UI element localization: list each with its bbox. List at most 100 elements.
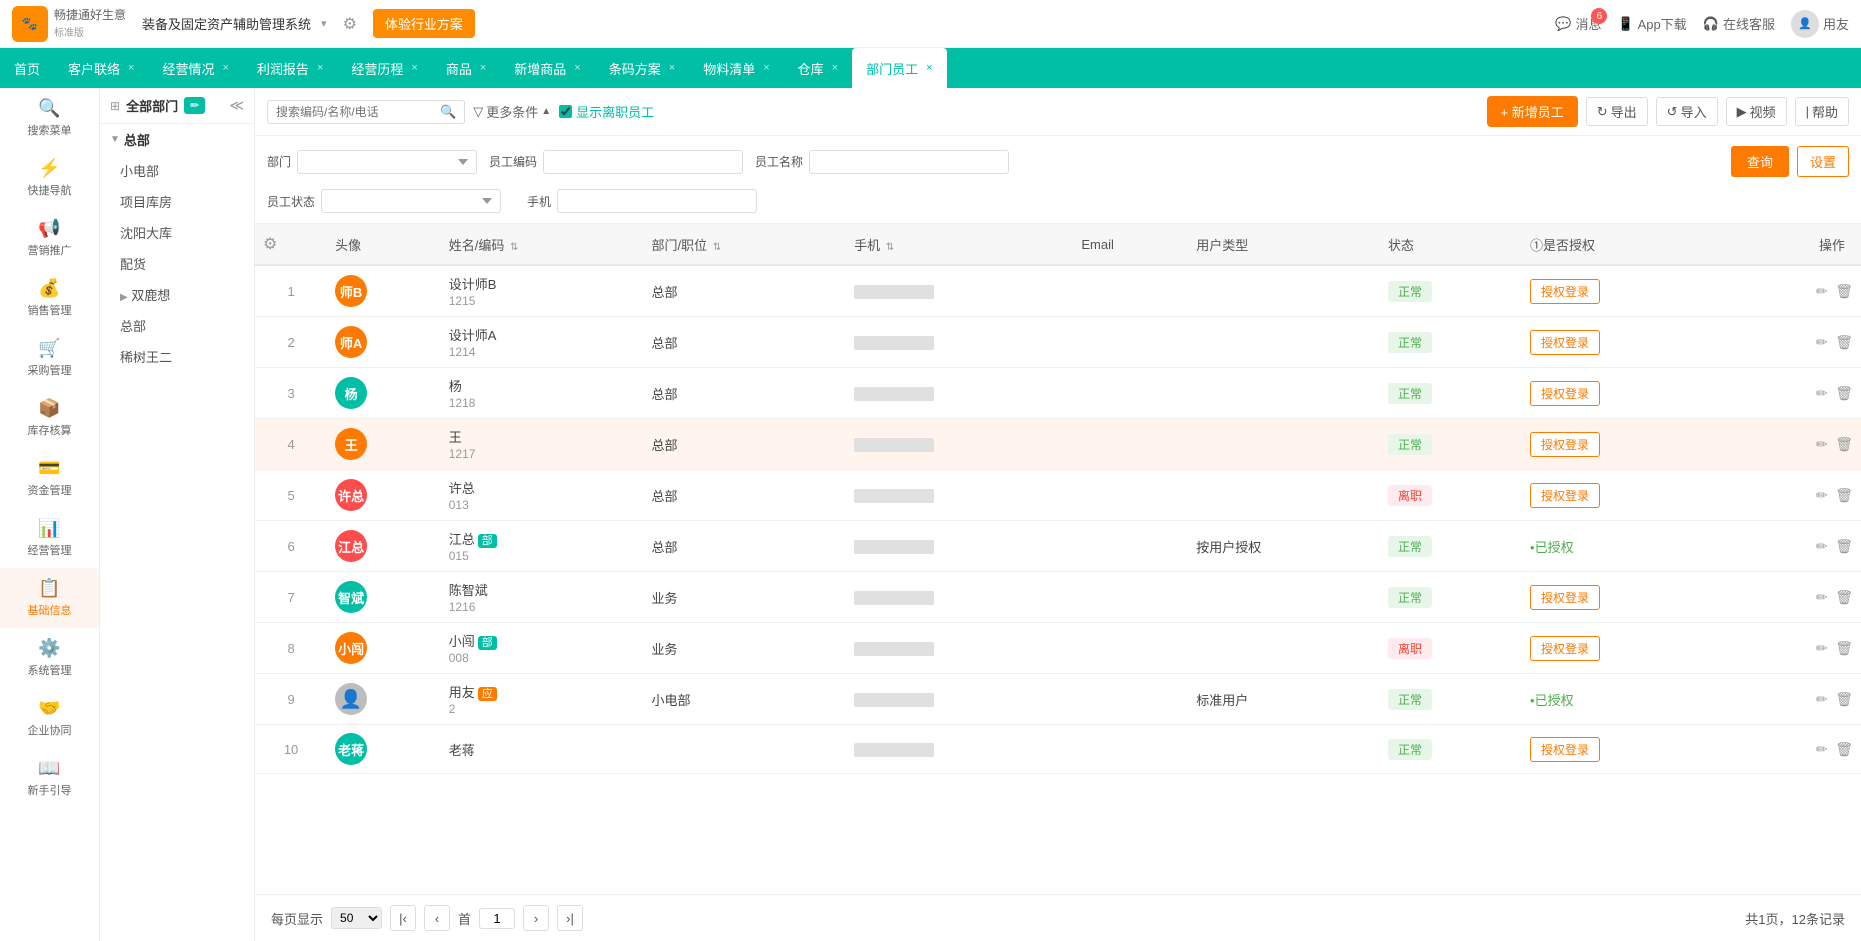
authorize-button[interactable]: 授权登录 — [1530, 432, 1600, 457]
delete-icon[interactable]: 🗑 — [1835, 640, 1853, 656]
delete-icon[interactable]: 🗑 — [1835, 283, 1853, 299]
tab-profit[interactable]: 利润报告× — [243, 48, 337, 88]
next-page-button[interactable]: › — [523, 905, 549, 931]
tab-close-history[interactable]: × — [411, 62, 417, 74]
authorize-button[interactable]: 授权登录 — [1530, 483, 1600, 508]
tab-operations[interactable]: 经营情况× — [148, 48, 242, 88]
tab-close-bom[interactable]: × — [763, 62, 769, 74]
trial-button[interactable]: 体验行业方案 — [373, 9, 475, 38]
collapse-button[interactable]: ≪ — [229, 97, 244, 114]
sidebar-item-collab[interactable]: 🤝 企业协同 — [0, 688, 99, 748]
tab-close-employees[interactable]: × — [926, 62, 932, 74]
dropdown-arrow-icon[interactable]: ▾ — [321, 17, 327, 30]
sidebar-item-finance[interactable]: 💳 资金管理 — [0, 448, 99, 508]
authorize-button[interactable]: 授权登录 — [1530, 636, 1600, 661]
tab-employees[interactable]: 部门员工× — [852, 48, 946, 88]
query-button[interactable]: 查询 — [1731, 146, 1789, 177]
col-phone[interactable]: 手机 ⇅ — [846, 224, 1073, 265]
add-employee-button[interactable]: + 新增员工 — [1487, 96, 1578, 127]
import-button[interactable]: ↺ 导入 — [1656, 97, 1718, 126]
cell-authorized[interactable]: 授权登录 — [1522, 725, 1726, 774]
authorize-button[interactable]: 授权登录 — [1530, 381, 1600, 406]
delete-icon[interactable]: 🗑 — [1835, 487, 1853, 503]
sidebar-item-sales[interactable]: 💰 销售管理 — [0, 268, 99, 328]
tab-bom[interactable]: 物料清单× — [689, 48, 783, 88]
tree-node-zongbu[interactable]: 总部 — [100, 310, 254, 341]
tab-customers[interactable]: 客户联络× — [54, 48, 148, 88]
authorize-button[interactable]: 授权登录 — [1530, 330, 1600, 355]
sidebar-item-purchase[interactable]: 🛒 采购管理 — [0, 328, 99, 388]
tab-close-customers[interactable]: × — [128, 62, 134, 74]
settings-button[interactable]: 设置 — [1797, 146, 1849, 177]
cell-authorized[interactable]: 授权登录 — [1522, 623, 1726, 674]
tab-close-warehouse[interactable]: × — [832, 62, 838, 74]
tab-barcode[interactable]: 条码方案× — [595, 48, 689, 88]
delete-icon[interactable]: 🗑 — [1835, 385, 1853, 401]
sidebar-item-marketing[interactable]: 📢 营销推广 — [0, 208, 99, 268]
col-name[interactable]: 姓名/编码 ⇅ — [441, 224, 644, 265]
edit-icon[interactable]: ✏ — [1816, 741, 1828, 757]
tab-warehouse[interactable]: 仓库× — [784, 48, 852, 88]
user-menu[interactable]: 👤 用友 — [1791, 10, 1849, 38]
filter-emp-code-input[interactable] — [543, 150, 743, 174]
sidebar-item-operations[interactable]: 📊 经营管理 — [0, 508, 99, 568]
online-service-button[interactable]: 🎧 在线客服 — [1703, 14, 1775, 33]
sidebar-item-basic[interactable]: 📋 基础信息 — [0, 568, 99, 628]
cell-authorized[interactable]: 授权登录 — [1522, 368, 1726, 419]
sidebar-item-search[interactable]: 🔍 搜索菜单 — [0, 88, 99, 148]
authorize-button[interactable]: 授权登录 — [1530, 279, 1600, 304]
delete-icon[interactable]: 🗑 — [1835, 436, 1853, 452]
delete-icon[interactable]: 🗑 — [1835, 589, 1853, 605]
tree-node-shuanglu[interactable]: ▶ 双鹿想 — [100, 279, 254, 310]
tree-node-xishu[interactable]: 稀树王二 — [100, 341, 254, 372]
edit-icon[interactable]: ✏ — [1816, 487, 1828, 503]
filter-more-button[interactable]: ▽ 更多条件 ▲ — [473, 102, 551, 121]
help-button[interactable]: | 帮助 — [1795, 97, 1849, 126]
prev-page-button[interactable]: ‹ — [424, 905, 450, 931]
authorize-button[interactable]: 授权登录 — [1530, 585, 1600, 610]
show-resigned-input[interactable] — [559, 105, 572, 118]
search-input[interactable] — [276, 105, 436, 119]
message-button[interactable]: 💬 消息 6 — [1555, 14, 1601, 33]
cell-authorized[interactable]: •已授权 — [1522, 521, 1726, 572]
sidebar-item-nav[interactable]: ⚡ 快捷导航 — [0, 148, 99, 208]
sidebar-item-inventory[interactable]: 📦 库存核算 — [0, 388, 99, 448]
cell-authorized[interactable]: 授权登录 — [1522, 572, 1726, 623]
export-button[interactable]: ↻ 导出 — [1586, 97, 1648, 126]
cell-authorized[interactable]: 授权登录 — [1522, 419, 1726, 470]
tab-goods[interactable]: 商品× — [432, 48, 500, 88]
cell-authorized[interactable]: 授权登录 — [1522, 317, 1726, 368]
tree-node-shenyang[interactable]: 沈阳大库 — [100, 217, 254, 248]
view-button[interactable]: ▶ 视频 — [1726, 97, 1787, 126]
app-download-button[interactable]: 📱 App下载 — [1617, 14, 1686, 33]
delete-icon[interactable]: 🗑 — [1835, 538, 1853, 554]
col-settings[interactable]: ⚙ — [255, 224, 327, 265]
settings-gear-icon[interactable]: ⚙ — [263, 236, 277, 253]
delete-icon[interactable]: 🗑 — [1835, 334, 1853, 350]
per-page-select[interactable]: 50 100 — [331, 907, 382, 929]
tab-close-goods[interactable]: × — [480, 62, 486, 74]
edit-icon[interactable]: ✏ — [1816, 640, 1828, 656]
delete-icon[interactable]: 🗑 — [1835, 741, 1853, 757]
search-box[interactable]: 🔍 — [267, 100, 465, 124]
edit-icon[interactable]: ✏ — [1816, 334, 1828, 350]
tab-home[interactable]: 首页 — [0, 48, 54, 88]
edit-icon[interactable]: ✏ — [1816, 538, 1828, 554]
cell-authorized[interactable]: 授权登录 — [1522, 470, 1726, 521]
tab-history[interactable]: 经营历程× — [337, 48, 431, 88]
tab-close-profit[interactable]: × — [317, 62, 323, 74]
cell-authorized[interactable]: 授权登录 — [1522, 265, 1726, 317]
edit-icon[interactable]: ✏ — [1816, 589, 1828, 605]
show-resigned-checkbox[interactable]: 显示离职员工 — [559, 102, 654, 121]
tab-close-new-goods[interactable]: × — [574, 62, 580, 74]
last-page-button[interactable]: ›| — [557, 905, 583, 931]
gear-icon[interactable]: ⚙ — [343, 14, 357, 34]
col-dept[interactable]: 部门/职位 ⇅ — [643, 224, 846, 265]
sidebar-item-system[interactable]: ⚙️ 系统管理 — [0, 628, 99, 688]
tab-close-operations[interactable]: × — [222, 62, 228, 74]
tree-node-xiaodibu[interactable]: 小电部 — [100, 155, 254, 186]
filter-status-select[interactable] — [321, 189, 501, 213]
tree-node-distribution[interactable]: 配货 — [100, 248, 254, 279]
filter-dept-select[interactable] — [297, 150, 477, 174]
first-page-button[interactable]: |‹ — [390, 905, 416, 931]
